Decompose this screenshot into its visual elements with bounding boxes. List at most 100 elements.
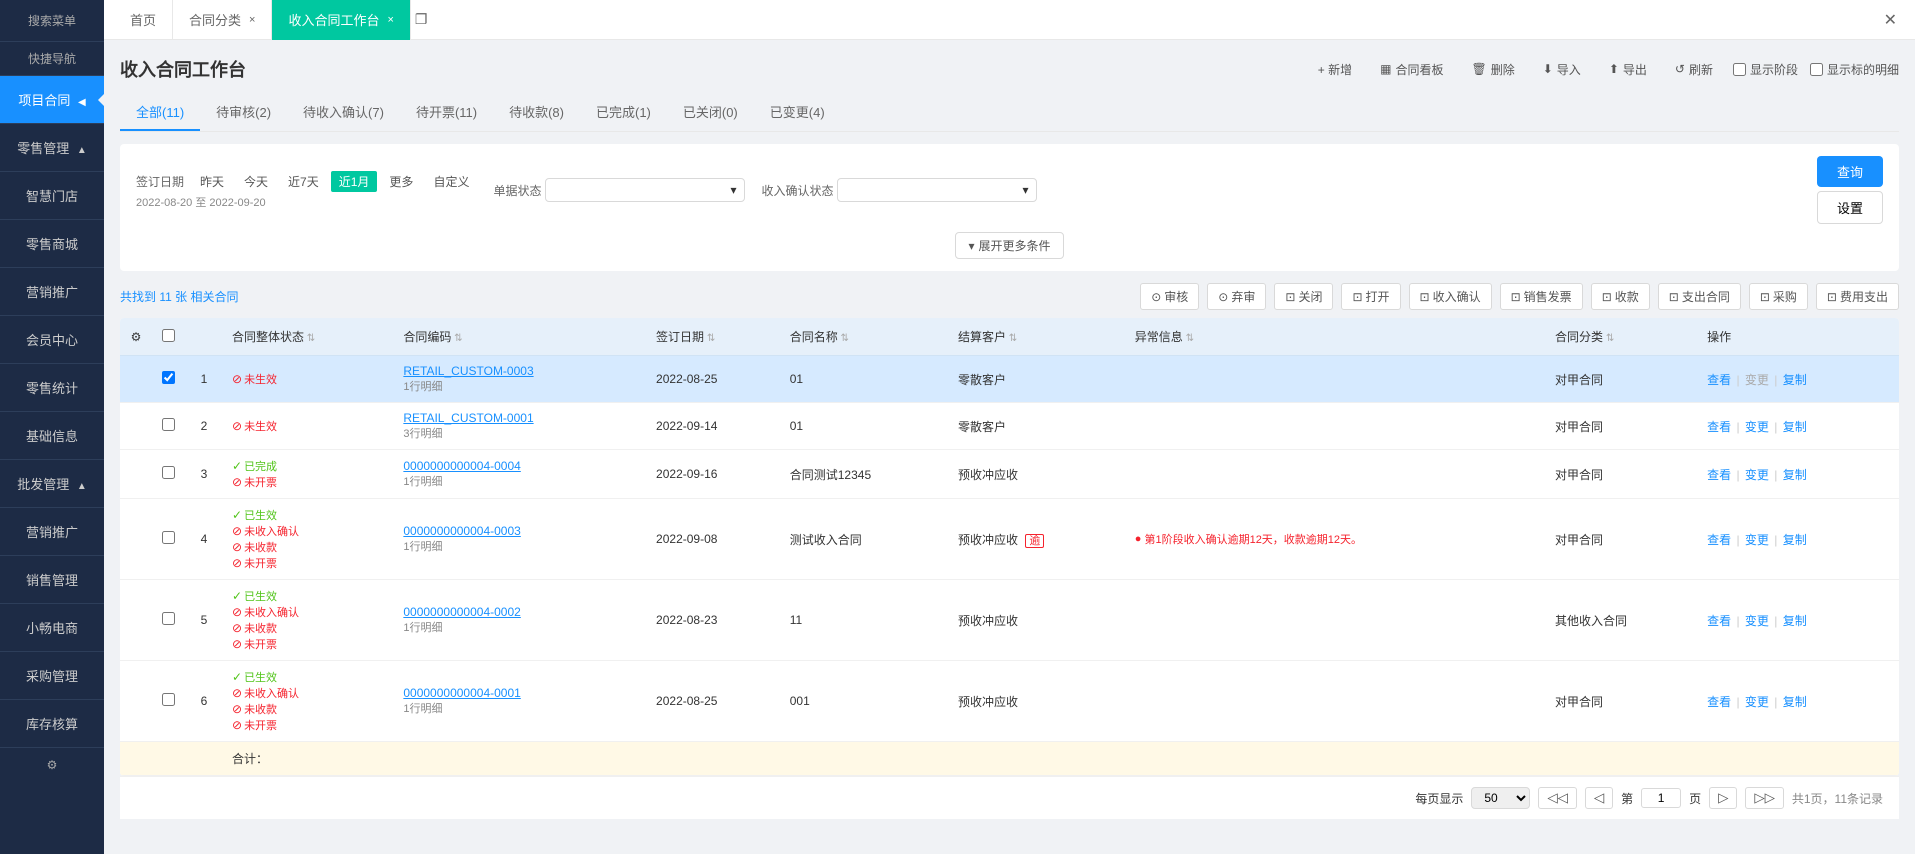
sidebar-item-retail-stats[interactable]: 零售统计: [0, 364, 104, 412]
status-tab-pending-payment[interactable]: 待收款(8): [493, 94, 580, 131]
sidebar-item-ecommerce[interactable]: 小畅电商: [0, 604, 104, 652]
last-page-btn[interactable]: ▷▷: [1745, 787, 1784, 809]
sidebar-settings-btn[interactable]: ⚙: [0, 748, 104, 782]
overall-status-col[interactable]: 合同整体状态: [224, 318, 395, 356]
open-btn[interactable]: ⊡ 打开: [1341, 283, 1400, 310]
show-stages-input[interactable]: [1733, 63, 1746, 76]
row-checkbox-cell[interactable]: [152, 403, 184, 450]
contract-code-col[interactable]: 合同编码: [395, 318, 648, 356]
export-button[interactable]: ⬆ 导出: [1601, 57, 1655, 82]
sidebar-item-smart-store[interactable]: 智慧门店: [0, 172, 104, 220]
view-btn[interactable]: 查看: [1707, 533, 1731, 547]
tab-home[interactable]: 首页: [114, 0, 173, 40]
expense-out-btn[interactable]: ⊡ 支出合同: [1658, 283, 1741, 310]
sidebar-item-purchase[interactable]: 采购管理: [0, 652, 104, 700]
sign-date-col[interactable]: 签订日期: [648, 318, 782, 356]
tab-contract-category[interactable]: 合同分类 ×: [173, 0, 272, 40]
row-checkbox[interactable]: [162, 612, 175, 625]
page-size-select[interactable]: 50 20 100 200: [1471, 787, 1530, 809]
view-btn[interactable]: 查看: [1707, 468, 1731, 482]
view-btn[interactable]: 查看: [1707, 614, 1731, 628]
edit-btn[interactable]: 变更: [1745, 614, 1769, 628]
copy-btn[interactable]: 复制: [1783, 533, 1807, 547]
contract-category-col[interactable]: 合同分类: [1547, 318, 1699, 356]
edit-btn[interactable]: 变更: [1745, 695, 1769, 709]
copy-btn[interactable]: 复制: [1783, 420, 1807, 434]
sidebar-item-sales[interactable]: 销售管理: [0, 556, 104, 604]
status-tab-pending-review[interactable]: 待审核(2): [200, 94, 287, 131]
sidebar-item-inventory[interactable]: 库存核算: [0, 700, 104, 748]
query-button[interactable]: 查询: [1817, 156, 1883, 187]
status-tab-pending-invoice[interactable]: 待开票(11): [400, 94, 493, 131]
close-window-btn[interactable]: ✕: [1876, 10, 1905, 30]
row-checkbox-cell[interactable]: [152, 450, 184, 499]
copy-btn[interactable]: 复制: [1783, 373, 1807, 387]
contract-code-link[interactable]: RETAIL_CUSTOM-0003: [403, 364, 640, 378]
contract-code-link[interactable]: 0000000000004-0001: [403, 686, 640, 700]
review-btn[interactable]: ⊙ 审核: [1140, 283, 1199, 310]
status-tab-pending-confirm[interactable]: 待收入确认(7): [287, 94, 400, 131]
row-checkbox[interactable]: [162, 466, 175, 479]
contract-code-link[interactable]: 0000000000004-0003: [403, 524, 640, 538]
contract-board-button[interactable]: ▦ 合同看板: [1372, 57, 1451, 82]
next-page-btn[interactable]: ▷: [1709, 787, 1737, 809]
first-page-btn[interactable]: ◁◁: [1538, 787, 1577, 809]
show-stages-checkbox[interactable]: 显示阶段: [1733, 61, 1798, 78]
contract-code-link[interactable]: 0000000000004-0004: [403, 459, 640, 473]
contract-code-link[interactable]: 0000000000004-0002: [403, 605, 640, 619]
row-checkbox-cell[interactable]: [152, 661, 184, 742]
view-btn[interactable]: 查看: [1707, 373, 1731, 387]
settings-col[interactable]: ⚙: [120, 318, 152, 356]
delete-button[interactable]: 🗑 删除: [1463, 57, 1522, 82]
contract-name-col[interactable]: 合同名称: [782, 318, 950, 356]
last1month-btn[interactable]: 近1月: [331, 171, 378, 192]
sidebar-item-retail[interactable]: 零售管理 ▲: [0, 124, 104, 172]
row-checkbox-cell[interactable]: [152, 499, 184, 580]
sidebar-item-member[interactable]: 会员中心: [0, 316, 104, 364]
sidebar-item-marketing[interactable]: 营销推广: [0, 268, 104, 316]
custom-btn[interactable]: 自定义: [425, 171, 477, 192]
sidebar-item-marketing2[interactable]: 营销推广: [0, 508, 104, 556]
refresh-button[interactable]: ↺ 刷新: [1667, 57, 1721, 82]
add-button[interactable]: + 新增: [1310, 57, 1360, 82]
today-btn[interactable]: 今天: [236, 171, 276, 192]
sales-invoice-btn[interactable]: ⊡ 销售发票: [1500, 283, 1583, 310]
view-btn[interactable]: 查看: [1707, 695, 1731, 709]
income-confirm-select[interactable]: ▾: [837, 178, 1037, 202]
abandon-btn[interactable]: ⊙ 弃审: [1207, 283, 1266, 310]
copy-btn[interactable]: 复制: [1783, 614, 1807, 628]
copy-btn[interactable]: 复制: [1783, 695, 1807, 709]
row-checkbox-cell[interactable]: [152, 580, 184, 661]
row-checkbox-cell[interactable]: [152, 356, 184, 403]
copy-btn[interactable]: 复制: [1783, 468, 1807, 482]
status-tab-all[interactable]: 全部(11): [120, 94, 200, 131]
sidebar-item-online-store[interactable]: 零售商城: [0, 220, 104, 268]
select-all-checkbox[interactable]: [162, 329, 175, 342]
status-tab-completed[interactable]: 已完成(1): [580, 94, 667, 131]
row-checkbox[interactable]: [162, 418, 175, 431]
show-details-checkbox[interactable]: 显示标的明细: [1810, 61, 1899, 78]
sidebar-quick-nav[interactable]: 快捷导航: [0, 42, 104, 76]
purchase-btn[interactable]: ⊡ 采购: [1749, 283, 1808, 310]
sidebar-item-wholesale[interactable]: 批发管理 ▲: [0, 460, 104, 508]
contract-code-link[interactable]: RETAIL_CUSTOM-0001: [403, 411, 640, 425]
status-tab-closed[interactable]: 已关闭(0): [667, 94, 754, 131]
payment-btn[interactable]: ⊡ 收款: [1591, 283, 1650, 310]
abnormal-info-col[interactable]: 异常信息: [1127, 318, 1547, 356]
tab-income-workbench[interactable]: 收入合同工作台 ×: [272, 0, 410, 40]
restore-window-btn[interactable]: ❐: [411, 11, 432, 28]
settlement-customer-col[interactable]: 结算客户: [950, 318, 1127, 356]
view-btn[interactable]: 查看: [1707, 420, 1731, 434]
sidebar-search[interactable]: 搜索菜单: [0, 0, 104, 42]
row-checkbox[interactable]: [162, 371, 175, 384]
show-details-input[interactable]: [1810, 63, 1823, 76]
row-checkbox[interactable]: [162, 693, 175, 706]
set-button[interactable]: 设置: [1817, 191, 1883, 224]
status-tab-changed[interactable]: 已变更(4): [754, 94, 841, 131]
page-number-input[interactable]: [1641, 788, 1681, 808]
edit-btn[interactable]: 变更: [1745, 420, 1769, 434]
expand-filter-btn[interactable]: ▾ 展开更多条件: [955, 232, 1063, 259]
sidebar-item-base-info[interactable]: 基础信息: [0, 412, 104, 460]
prev-page-btn[interactable]: ◁: [1585, 787, 1613, 809]
fee-out-btn[interactable]: ⊡ 费用支出: [1816, 283, 1899, 310]
